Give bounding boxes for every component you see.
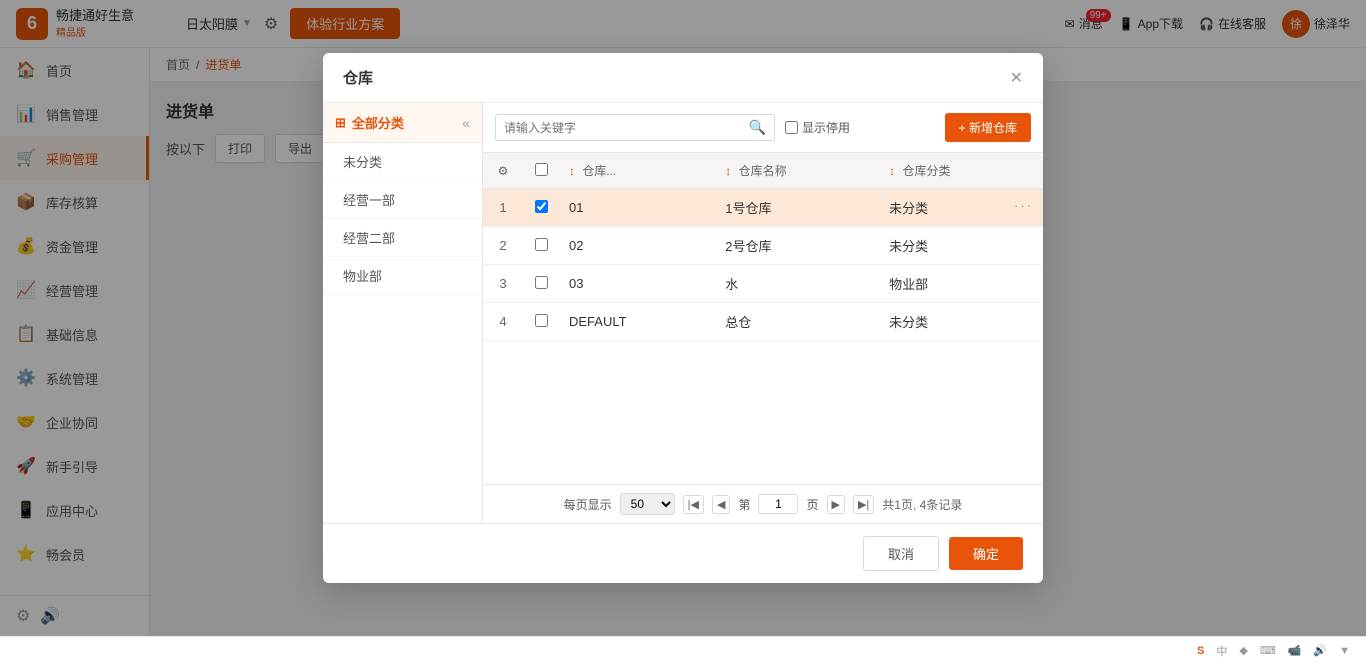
status-expand-icon: ▼ xyxy=(1339,645,1350,657)
row-code: 02 xyxy=(559,227,715,265)
category-item-operations2[interactable]: 经营二部 xyxy=(323,219,482,257)
row-index: 2 xyxy=(483,227,523,265)
warehouse-modal: 仓库 ✕ ⊞ 全部分类 « 未分类 经营一部 经营二部 物业部 xyxy=(323,53,1043,583)
modal-body: ⊞ 全部分类 « 未分类 经营一部 经营二部 物业部 xyxy=(323,103,1043,523)
row-checkbox[interactable] xyxy=(535,200,548,213)
col-name: ↕ 仓库名称 xyxy=(715,153,879,189)
all-categories-btn[interactable]: ⊞ 全部分类 xyxy=(335,113,404,132)
show-disabled-text: 显示停用 xyxy=(802,119,850,136)
row-index: 1 xyxy=(483,189,523,227)
grid-icon: ⊞ xyxy=(335,115,346,131)
per-page-label: 每页显示 xyxy=(564,496,612,513)
search-input[interactable] xyxy=(504,121,749,135)
col-category: ↕ 仓库分类 xyxy=(879,153,1043,189)
modal-title: 仓库 xyxy=(343,67,373,88)
row-name: 2号仓库 xyxy=(715,227,879,265)
row-checkbox-cell xyxy=(523,189,559,227)
modal-footer: 取消 确定 xyxy=(323,523,1043,583)
all-categories-label: 全部分类 xyxy=(352,113,404,132)
show-disabled-label[interactable]: 显示停用 xyxy=(785,119,850,136)
page-number-input[interactable] xyxy=(758,494,798,514)
page-unit: 页 xyxy=(806,496,818,513)
row-category: 未分类 xyxy=(879,227,1043,265)
warehouse-table: ⚙ ↕ 仓库... ↕ 仓库名称 ↕ xyxy=(483,153,1043,341)
status-bar: S 中 ◆ ⌨ 📹 🔊 ▼ xyxy=(0,636,1366,664)
status-zh-icon: 中 xyxy=(1216,643,1227,659)
total-info: 共1页, 4条记录 xyxy=(882,496,962,513)
category-item-operations1[interactable]: 经营一部 xyxy=(323,181,482,219)
add-warehouse-button[interactable]: + 新增仓库 xyxy=(945,113,1031,142)
table-header-row: ⚙ ↕ 仓库... ↕ 仓库名称 ↕ xyxy=(483,153,1043,189)
sort-icon2: ↕ xyxy=(725,164,731,178)
col-code: ↕ 仓库... xyxy=(559,153,715,189)
status-s-icon: S xyxy=(1197,645,1204,657)
category-sidebar: ⊞ 全部分类 « 未分类 经营一部 经营二部 物业部 xyxy=(323,103,483,523)
modal-header: 仓库 ✕ xyxy=(323,53,1043,103)
category-label-unclassified: 未分类 xyxy=(343,155,382,170)
row-code: DEFAULT xyxy=(559,303,715,341)
status-dot-icon: ◆ xyxy=(1239,644,1247,657)
first-page-btn[interactable]: |◀ xyxy=(683,495,704,514)
more-icon[interactable]: ··· xyxy=(1014,198,1033,213)
search-box[interactable]: 🔍 xyxy=(495,114,775,141)
status-keyboard-icon: ⌨ xyxy=(1260,644,1276,657)
row-checkbox[interactable] xyxy=(535,276,548,289)
row-code: 01 xyxy=(559,189,715,227)
sort-icon3: ↕ xyxy=(889,164,895,178)
row-checkbox-cell xyxy=(523,265,559,303)
row-name: 总仓 xyxy=(715,303,879,341)
search-icon[interactable]: 🔍 xyxy=(749,119,766,136)
category-label-operations1: 经营一部 xyxy=(343,193,395,208)
prev-page-btn[interactable]: ◀ xyxy=(712,495,730,514)
row-category: 物业部 xyxy=(879,265,1043,303)
category-item-property[interactable]: 物业部 xyxy=(323,257,482,295)
modal-table: ⚙ ↕ 仓库... ↕ 仓库名称 ↕ xyxy=(483,153,1043,484)
cancel-button[interactable]: 取消 xyxy=(863,536,939,571)
modal-table-area: 🔍 显示停用 + 新增仓库 ⚙ ↕ 仓 xyxy=(483,103,1043,523)
row-index: 3 xyxy=(483,265,523,303)
row-checkbox-cell xyxy=(523,303,559,341)
confirm-button[interactable]: 确定 xyxy=(949,537,1023,570)
close-icon[interactable]: ✕ xyxy=(1010,68,1023,88)
row-checkbox-cell xyxy=(523,227,559,265)
row-name: 1号仓库 xyxy=(715,189,879,227)
col-settings-icon[interactable]: ⚙ xyxy=(483,153,523,189)
per-page-select[interactable]: 50 100 200 xyxy=(620,493,675,515)
table-row[interactable]: 4 DEFAULT 总仓 未分类 xyxy=(483,303,1043,341)
category-label-operations2: 经营二部 xyxy=(343,231,395,246)
collapse-icon[interactable]: « xyxy=(462,115,470,131)
status-volume-icon: 🔊 xyxy=(1313,644,1327,657)
status-camera-icon: 📹 xyxy=(1288,644,1302,657)
row-category: 未分类 ··· xyxy=(879,189,1043,227)
table-row[interactable]: 3 03 水 物业部 xyxy=(483,265,1043,303)
table-row[interactable]: 1 01 1号仓库 未分类 ··· xyxy=(483,189,1043,227)
pagination: 每页显示 50 100 200 |◀ ◀ 第 页 ▶ ▶| 共1页, 4条记录 xyxy=(483,484,1043,523)
row-category: 未分类 xyxy=(879,303,1043,341)
col-checkbox xyxy=(523,153,559,189)
select-all-checkbox[interactable] xyxy=(535,163,548,176)
row-name: 水 xyxy=(715,265,879,303)
row-code: 03 xyxy=(559,265,715,303)
category-header: ⊞ 全部分类 « xyxy=(323,103,482,143)
category-label-property: 物业部 xyxy=(343,269,382,284)
row-checkbox[interactable] xyxy=(535,314,548,327)
last-page-btn[interactable]: ▶| xyxy=(853,495,874,514)
next-page-btn[interactable]: ▶ xyxy=(827,495,845,514)
sort-icon: ↕ xyxy=(569,164,575,178)
page-label: 第 xyxy=(738,496,750,513)
modal-toolbar: 🔍 显示停用 + 新增仓库 xyxy=(483,103,1043,153)
show-disabled-checkbox[interactable] xyxy=(785,121,798,134)
table-row[interactable]: 2 02 2号仓库 未分类 xyxy=(483,227,1043,265)
row-index: 4 xyxy=(483,303,523,341)
row-checkbox[interactable] xyxy=(535,238,548,251)
category-item-unclassified[interactable]: 未分类 xyxy=(323,143,482,181)
